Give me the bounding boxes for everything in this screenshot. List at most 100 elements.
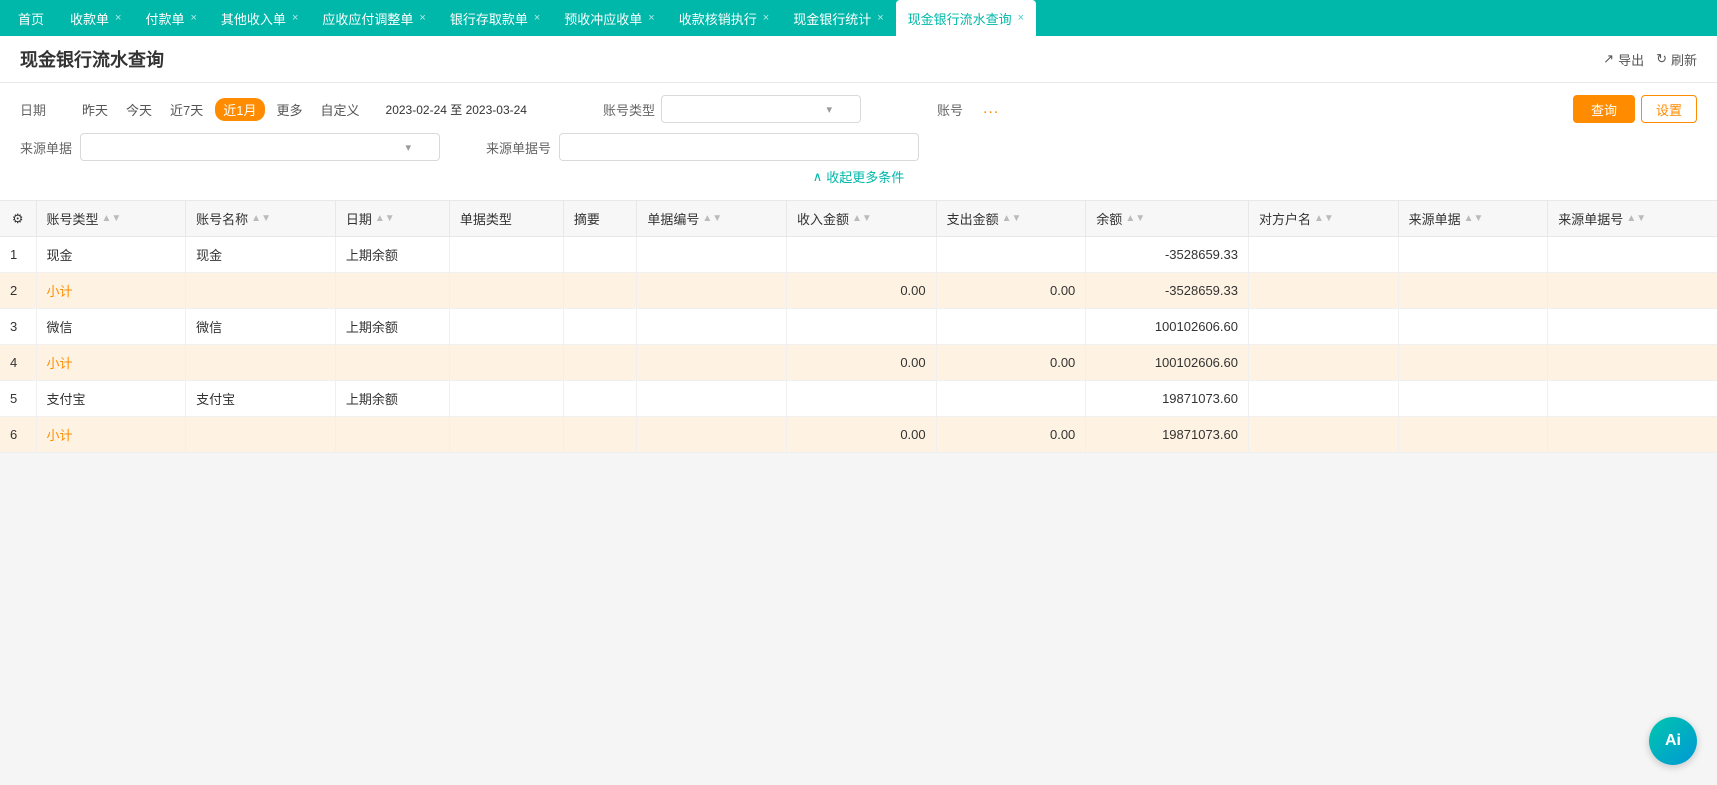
col-date[interactable]: 日期▲▼ [335, 201, 449, 237]
cell-expense: 0.00 [936, 273, 1086, 309]
collapse-icon: ∧ [813, 169, 823, 185]
table-container: ⚙ 账号类型▲▼ 账号名称▲▼ 日期▲▼ 单据类型 摘要 单据编号▲▼ 收入金额… [0, 201, 1717, 453]
row-number: 5 [0, 381, 36, 417]
nav-tab-4[interactable]: 银行存取款单 × [438, 0, 552, 36]
date-opt-7days[interactable]: 近7天 [164, 98, 209, 121]
refresh-icon: ↻ [1656, 51, 1667, 67]
cell-balance: -3528659.33 [1086, 237, 1249, 273]
export-button[interactable]: ↗ 导出 [1603, 50, 1644, 69]
refresh-button[interactable]: ↻ 刷新 [1656, 50, 1697, 69]
filter-area: 日期 昨天 今天 近7天 近1月 更多 自定义 2023-02-24 至 202… [0, 83, 1717, 201]
page-header: 现金银行流水查询 ↗ 导出 ↻ 刷新 [0, 36, 1717, 83]
col-account-name[interactable]: 账号名称▲▼ [186, 201, 336, 237]
gear-icon: ⚙ [12, 211, 24, 226]
date-opt-1month[interactable]: 近1月 [215, 98, 264, 121]
cell-date: 上期余额 [335, 237, 449, 273]
cell-expense [936, 381, 1086, 417]
collapse-filter-bar[interactable]: ∧ 收起更多条件 [20, 161, 1697, 188]
cell-counterparty [1248, 381, 1398, 417]
cell-income: 0.00 [786, 417, 936, 453]
sort-icon: ▲▼ [1314, 214, 1334, 224]
cell-doc-number [637, 309, 787, 345]
date-range-display: 2023-02-24 至 2023-03-24 [386, 101, 527, 118]
close-icon[interactable]: × [1018, 12, 1024, 24]
close-icon[interactable]: × [292, 12, 298, 24]
chevron-down-icon: ▾ [405, 141, 411, 154]
cell-doc-type [449, 417, 563, 453]
source-doc-number-input[interactable] [559, 133, 919, 161]
col-account-type[interactable]: 账号类型▲▼ [36, 201, 186, 237]
col-summary: 摘要 [563, 201, 636, 237]
col-source-doc-number[interactable]: 来源单据号▲▼ [1548, 201, 1717, 237]
date-options: 昨天 今天 近7天 近1月 更多 自定义 [76, 98, 366, 121]
close-icon[interactable]: × [648, 12, 654, 24]
table-row: 5支付宝支付宝上期余额19871073.60 [0, 381, 1717, 417]
close-icon[interactable]: × [534, 12, 540, 24]
cell-balance: 19871073.60 [1086, 417, 1249, 453]
top-navigation: 首页 收款单 × 付款单 × 其他收入单 × 应收应付调整单 × 银行存取款单 … [0, 0, 1717, 36]
table-row: 2小计0.000.00-3528659.33 [0, 273, 1717, 309]
nav-tab-2[interactable]: 其他收入单 × [209, 0, 310, 36]
table-row: 6小计0.000.0019871073.60 [0, 417, 1717, 453]
col-balance[interactable]: 余额▲▼ [1086, 201, 1249, 237]
date-opt-today[interactable]: 今天 [120, 98, 158, 121]
settings-button[interactable]: 设置 [1641, 95, 1697, 123]
account-type-select[interactable]: ▾ [661, 95, 861, 123]
nav-tab-0[interactable]: 收款单 × [58, 0, 133, 36]
date-label: 日期 [20, 100, 60, 119]
close-icon[interactable]: × [877, 12, 883, 24]
cell-doc-type [449, 237, 563, 273]
source-doc-number-label: 来源单据号 [486, 138, 551, 157]
nav-tab-6[interactable]: 收款核销执行 × [667, 0, 781, 36]
date-opt-custom[interactable]: 自定义 [315, 98, 366, 121]
date-opt-more[interactable]: 更多 [271, 98, 309, 121]
col-income[interactable]: 收入金额▲▼ [786, 201, 936, 237]
date-opt-yesterday[interactable]: 昨天 [76, 98, 114, 121]
cell-counterparty [1248, 309, 1398, 345]
nav-tab-8[interactable]: 现金银行流水查询 × [896, 0, 1036, 36]
cell-balance: 19871073.60 [1086, 381, 1249, 417]
ai-assistant-button[interactable]: Ai [1649, 717, 1697, 765]
cell-counterparty [1248, 273, 1398, 309]
filter-row-1: 日期 昨天 今天 近7天 近1月 更多 自定义 2023-02-24 至 202… [20, 95, 1697, 123]
col-gear[interactable]: ⚙ [0, 201, 36, 237]
cell-expense [936, 309, 1086, 345]
cell-account-name: 支付宝 [186, 381, 336, 417]
col-counterparty[interactable]: 对方户名▲▼ [1248, 201, 1398, 237]
sort-icon: ▲▼ [375, 214, 395, 224]
cell-date: 上期余额 [335, 309, 449, 345]
cell-expense [936, 237, 1086, 273]
cell-income [786, 309, 936, 345]
account-filter: 账号 ... [937, 100, 999, 119]
col-doc-number[interactable]: 单据编号▲▼ [637, 201, 787, 237]
query-button[interactable]: 查询 [1573, 95, 1635, 123]
close-icon[interactable]: × [115, 12, 121, 24]
account-dots-button[interactable]: ... [983, 100, 999, 118]
sort-icon: ▲▼ [1626, 214, 1646, 224]
col-expense[interactable]: 支出金额▲▼ [936, 201, 1086, 237]
cell-doc-type [449, 345, 563, 381]
cell-doc-number [637, 237, 787, 273]
col-source-doc[interactable]: 来源单据▲▼ [1398, 201, 1548, 237]
cell-counterparty [1248, 345, 1398, 381]
close-icon[interactable]: × [419, 12, 425, 24]
nav-tab-3[interactable]: 应收应付调整单 × [310, 0, 437, 36]
table-row: 3微信微信上期余额100102606.60 [0, 309, 1717, 345]
nav-tab-1[interactable]: 付款单 × [133, 0, 208, 36]
nav-home[interactable]: 首页 [4, 0, 58, 36]
close-icon[interactable]: × [190, 12, 196, 24]
cell-summary [563, 237, 636, 273]
nav-tab-5[interactable]: 预收冲应收单 × [552, 0, 666, 36]
cell-doc-number [637, 273, 787, 309]
cell-summary [563, 309, 636, 345]
cell-account-type: 小计 [36, 417, 186, 453]
nav-tab-7[interactable]: 现金银行统计 × [781, 0, 895, 36]
row-number: 3 [0, 309, 36, 345]
account-type-filter: 账号类型 ▾ [603, 95, 861, 123]
page-title: 现金银行流水查询 [20, 46, 164, 72]
data-table: ⚙ 账号类型▲▼ 账号名称▲▼ 日期▲▼ 单据类型 摘要 单据编号▲▼ 收入金额… [0, 201, 1717, 453]
cell-source-doc [1398, 381, 1548, 417]
sort-icon: ▲▼ [102, 214, 122, 224]
close-icon[interactable]: × [763, 12, 769, 24]
source-doc-select[interactable]: ▾ [80, 133, 440, 161]
